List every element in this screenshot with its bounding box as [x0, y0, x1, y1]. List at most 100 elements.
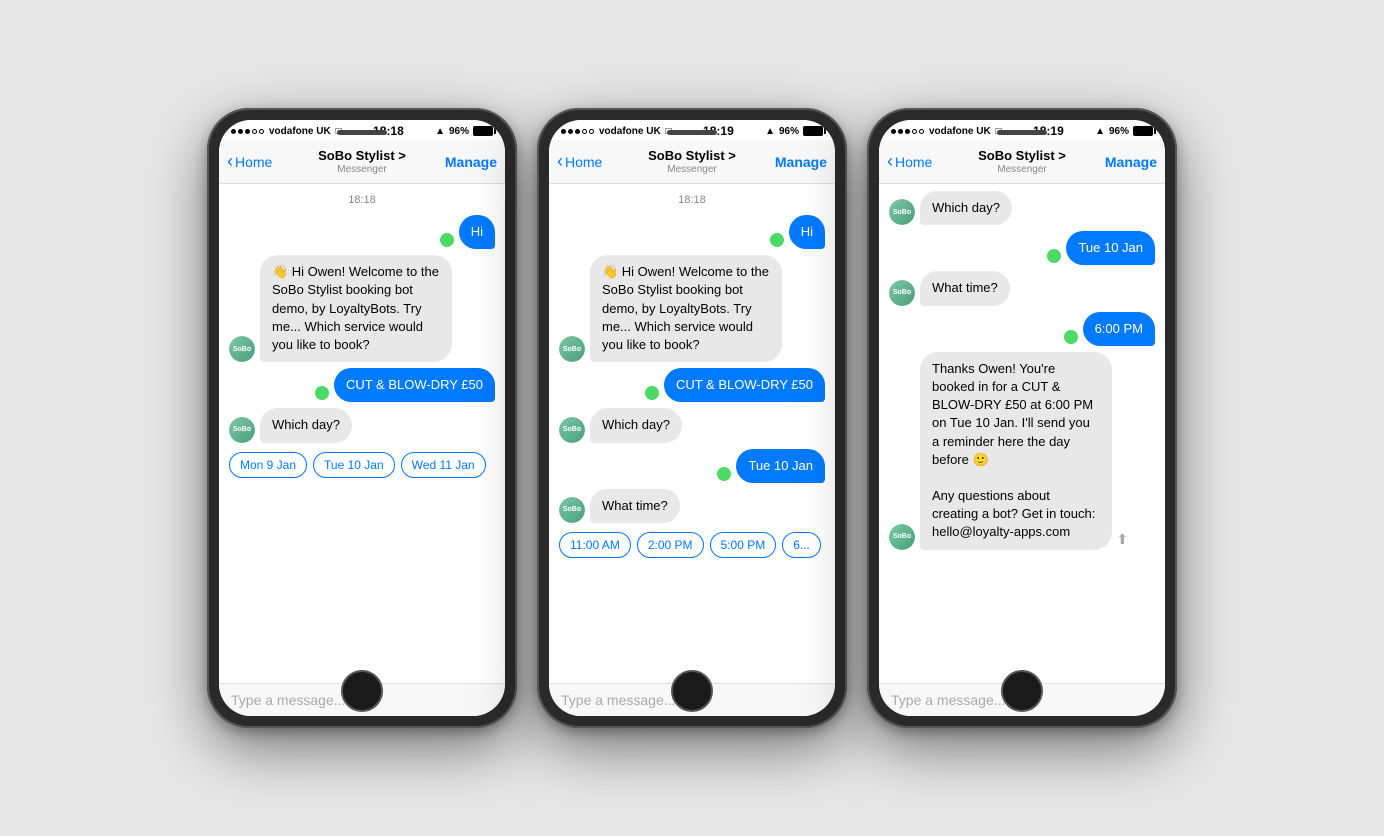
quick-replies-row: Mon 9 JanTue 10 JanWed 11 Jan — [229, 448, 495, 482]
nav-bar: ‹ Home SoBo Stylist > Messenger Manage — [219, 140, 505, 184]
message-row-2: SoBoWhat time? — [889, 271, 1155, 305]
back-arrow-icon: ‹ — [227, 152, 233, 170]
bot-bubble-3: Which day? — [260, 408, 352, 442]
signal-dot — [231, 129, 236, 134]
bot-avatar-image: SoBo — [559, 497, 585, 523]
bot-avatar-image: SoBo — [559, 417, 585, 443]
message-input[interactable]: Type a message... — [219, 683, 505, 716]
status-left: vodafone UK □ — [561, 126, 672, 137]
nav-back-label[interactable]: Home — [895, 154, 932, 170]
carrier-label: vodafone UK — [599, 126, 661, 137]
signal-dot-empty — [582, 129, 587, 134]
nav-bar: ‹ Home SoBo Stylist > Messenger Manage — [549, 140, 835, 184]
battery-label: 96% — [1109, 126, 1129, 137]
quick-reply-1[interactable]: Tue 10 Jan — [313, 452, 395, 478]
message-timestamp: 18:18 — [229, 194, 495, 206]
bot-avatar: SoBo — [559, 336, 585, 362]
status-left: vodafone UK □ — [231, 126, 342, 137]
nav-center: SoBo Stylist > Messenger — [964, 148, 1080, 175]
bot-avatar: SoBo — [889, 524, 915, 550]
message-delivered-icon — [1047, 249, 1061, 263]
bot-avatar-image: SoBo — [229, 336, 255, 362]
gps-icon: ▲ — [435, 126, 445, 137]
back-arrow-icon: ‹ — [887, 152, 893, 170]
bot-avatar-image: SoBo — [229, 417, 255, 443]
message-row-0: SoBoWhich day? — [889, 191, 1155, 225]
nav-back-label[interactable]: Home — [565, 154, 602, 170]
status-bar: vodafone UK □ 18:18 ▲ 96% — [219, 120, 505, 140]
nav-manage-button[interactable]: Manage — [750, 154, 827, 170]
signal-dot — [575, 129, 580, 134]
signal-dot — [568, 129, 573, 134]
message-row-1: Tue 10 Jan — [889, 231, 1155, 265]
signal-dot-empty — [912, 129, 917, 134]
signal-dot-empty — [919, 129, 924, 134]
quick-reply-0[interactable]: Mon 9 Jan — [229, 452, 307, 478]
phone-2: vodafone UK □ 18:19 ▲ 96% ‹ Home SoBo St… — [537, 108, 847, 728]
bot-avatar: SoBo — [229, 336, 255, 362]
phone-1: vodafone UK □ 18:18 ▲ 96% ‹ Home SoBo St… — [207, 108, 517, 728]
message-row-3: 6:00 PM — [889, 312, 1155, 346]
message-row-4: SoBoThanks Owen! You're booked in for a … — [889, 352, 1155, 550]
nav-back-label[interactable]: Home — [235, 154, 272, 170]
bot-avatar: SoBo — [559, 497, 585, 523]
signal-dot — [891, 129, 896, 134]
bot-bubble-4: Thanks Owen! You're booked in for a CUT … — [920, 352, 1112, 550]
message-input[interactable]: Type a message... — [879, 683, 1165, 716]
nav-title: SoBo Stylist > — [634, 148, 750, 164]
signal-dot-empty — [259, 129, 264, 134]
signal-dot-empty — [589, 129, 594, 134]
message-row-3: SoBoWhich day? — [229, 408, 495, 442]
message-row-2: CUT & BLOW-DRY £50 — [229, 368, 495, 402]
nav-back-button[interactable]: ‹ Home — [557, 153, 634, 170]
nav-back-button[interactable]: ‹ Home — [227, 153, 304, 170]
message-delivered-icon — [717, 467, 731, 481]
message-delivered-icon — [770, 233, 784, 247]
wifi-icon: □ — [996, 126, 1002, 137]
quick-reply-0[interactable]: 11:00 AM — [559, 532, 631, 558]
nav-center: SoBo Stylist > Messenger — [634, 148, 750, 175]
quick-reply-1[interactable]: 2:00 PM — [637, 532, 704, 558]
bot-avatar: SoBo — [889, 280, 915, 306]
message-row-2: CUT & BLOW-DRY £50 — [559, 368, 825, 402]
message-row-3: SoBoWhich day? — [559, 408, 825, 442]
carrier-label: vodafone UK — [929, 126, 991, 137]
message-delivered-icon — [1064, 330, 1078, 344]
signal-dots — [891, 129, 924, 134]
nav-subtitle: Messenger — [304, 164, 420, 175]
message-row-0: Hi — [229, 215, 495, 249]
quick-reply-2[interactable]: 5:00 PM — [710, 532, 777, 558]
status-time: 18:19 — [703, 124, 734, 138]
nav-manage-button[interactable]: Manage — [420, 154, 497, 170]
signal-dot — [238, 129, 243, 134]
nav-back-button[interactable]: ‹ Home — [887, 153, 964, 170]
bot-avatar-image: SoBo — [559, 336, 585, 362]
gps-icon: ▲ — [765, 126, 775, 137]
nav-title: SoBo Stylist > — [964, 148, 1080, 164]
battery-label: 96% — [449, 126, 469, 137]
nav-center: SoBo Stylist > Messenger — [304, 148, 420, 175]
chat-area: SoBoWhich day?Tue 10 JanSoBoWhat time?6:… — [879, 184, 1165, 683]
bot-bubble-3: Which day? — [590, 408, 682, 442]
message-delivered-icon — [440, 233, 454, 247]
bot-avatar: SoBo — [229, 417, 255, 443]
user-bubble-0: Hi — [459, 215, 495, 249]
message-input[interactable]: Type a message... — [549, 683, 835, 716]
user-bubble-3: 6:00 PM — [1083, 312, 1155, 346]
share-icon[interactable]: ⬆ — [1117, 531, 1129, 548]
status-left: vodafone UK □ — [891, 126, 1002, 137]
chat-area: 18:18HiSoBo👋 Hi Owen! Welcome to the SoB… — [549, 184, 835, 683]
status-right: ▲ 96% — [435, 126, 493, 137]
bot-bubble-2: What time? — [920, 271, 1010, 305]
message-delivered-icon — [645, 386, 659, 400]
quick-reply-3[interactable]: 6... — [782, 532, 821, 558]
quick-reply-2[interactable]: Wed 11 Jan — [401, 452, 486, 478]
phones-container: vodafone UK □ 18:18 ▲ 96% ‹ Home SoBo St… — [207, 108, 1177, 728]
user-bubble-2: CUT & BLOW-DRY £50 — [334, 368, 495, 402]
signal-dot — [245, 129, 250, 134]
chat-area: 18:18HiSoBo👋 Hi Owen! Welcome to the SoB… — [219, 184, 505, 683]
bot-avatar: SoBo — [559, 417, 585, 443]
nav-manage-button[interactable]: Manage — [1080, 154, 1157, 170]
status-bar: vodafone UK □ 18:19 ▲ 96% — [879, 120, 1165, 140]
user-bubble-2: CUT & BLOW-DRY £50 — [664, 368, 825, 402]
